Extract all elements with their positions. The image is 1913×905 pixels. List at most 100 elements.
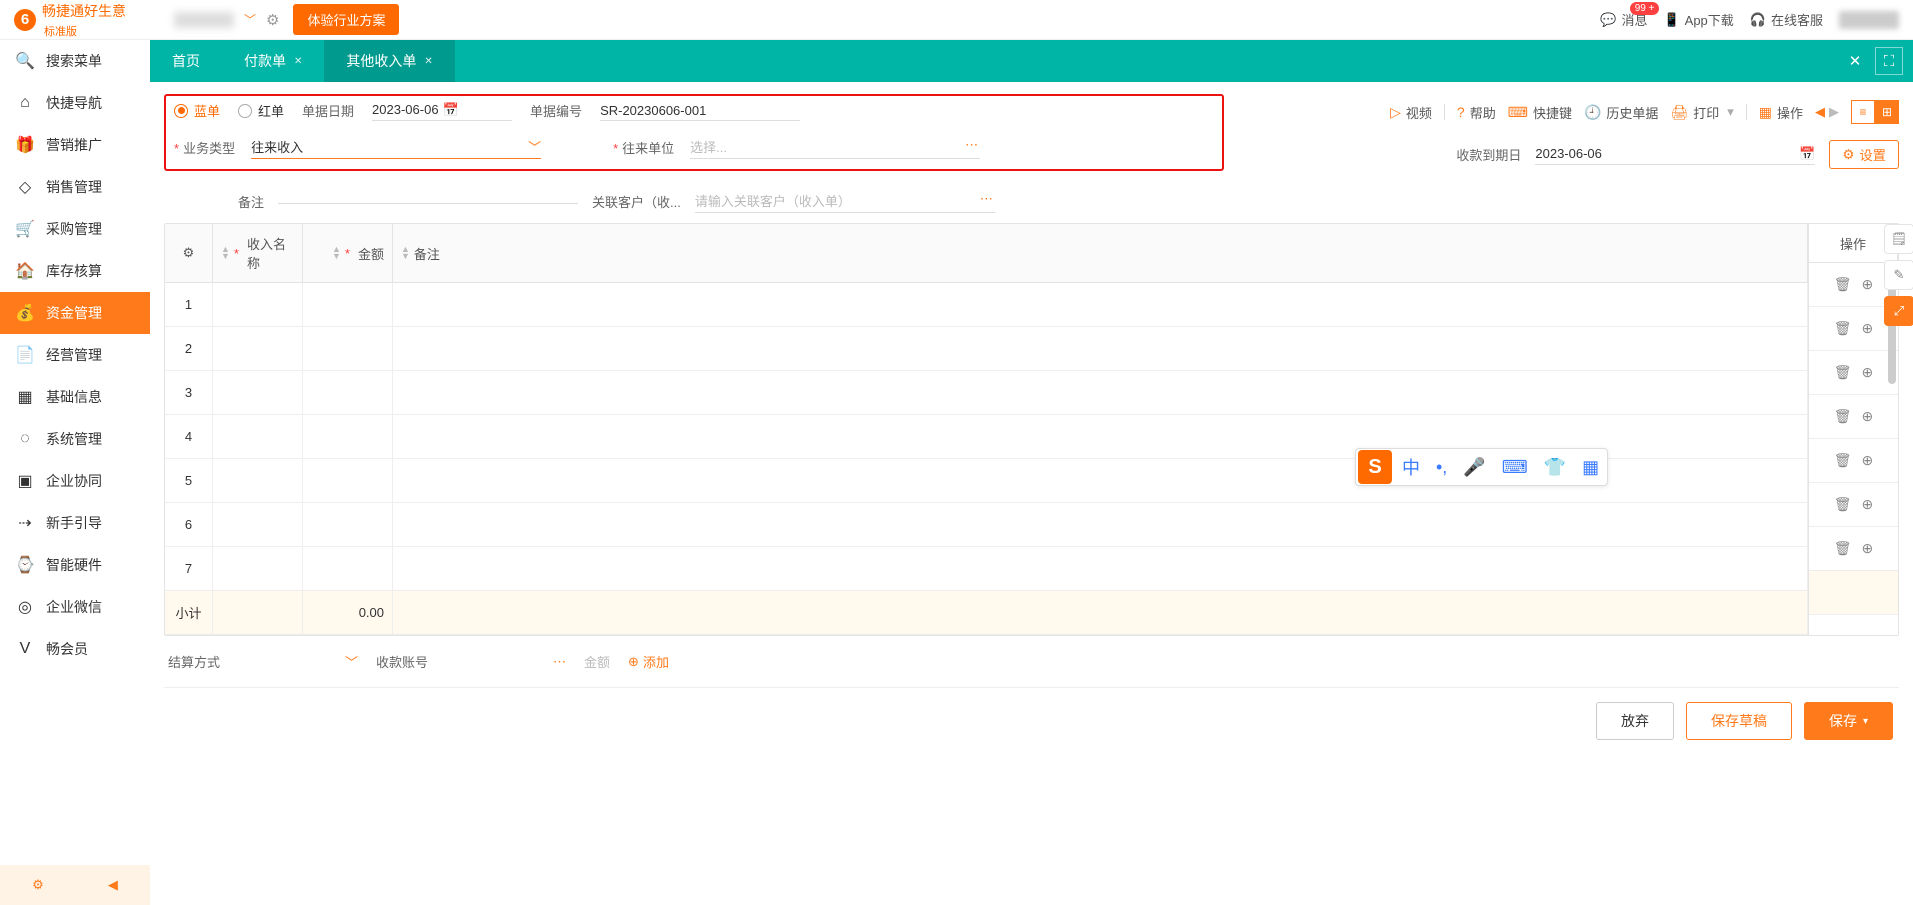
cell-remark[interactable]: [393, 371, 1808, 414]
table-row[interactable]: 1: [165, 283, 1808, 327]
ime-punct-icon[interactable]: •,: [1428, 457, 1455, 478]
add-row-icon[interactable]: ⊕: [1862, 496, 1874, 513]
delete-icon[interactable]: 🗑: [1834, 320, 1852, 337]
ime-skin-icon[interactable]: 👕: [1536, 457, 1574, 478]
add-row-icon[interactable]: ⊕: [1862, 364, 1874, 381]
user-avatar[interactable]: [1839, 11, 1899, 29]
close-icon[interactable]: ✕: [424, 56, 432, 67]
col-remark[interactable]: ▲▼备注: [393, 224, 1808, 282]
delete-icon[interactable]: 🗑: [1834, 276, 1852, 293]
cell-income-name[interactable]: [213, 327, 303, 370]
next-button[interactable]: ▶: [1829, 104, 1839, 120]
col-income-name[interactable]: ▲▼*收入名称: [213, 224, 303, 282]
settle-method-select[interactable]: ﹀: [238, 652, 358, 671]
delete-icon[interactable]: 🗑: [1834, 408, 1852, 425]
table-row[interactable]: 6: [165, 503, 1808, 547]
org-selector[interactable]: ﹀: [174, 11, 266, 28]
blue-receipt-radio[interactable]: 蓝单: [174, 101, 220, 120]
cell-remark[interactable]: [393, 327, 1808, 370]
collapse-icon[interactable]: ◀: [108, 877, 118, 893]
panel-btn-1[interactable]: 🗒: [1884, 224, 1913, 254]
cell-amount[interactable]: [303, 459, 393, 502]
add-row-icon[interactable]: ⊕: [1862, 320, 1874, 337]
table-row[interactable]: 3: [165, 371, 1808, 415]
cell-income-name[interactable]: [213, 503, 303, 546]
prev-button[interactable]: ◀: [1815, 104, 1825, 120]
list-view-button[interactable]: ≡: [1851, 100, 1875, 124]
online-service-link[interactable]: 🎧 在线客服: [1750, 10, 1823, 29]
delete-icon[interactable]: 🗑: [1834, 540, 1852, 557]
gear-icon[interactable]: ⚙: [32, 877, 44, 893]
print-button[interactable]: 🖨打印▾: [1670, 103, 1733, 122]
tab[interactable]: 付款单✕: [222, 40, 324, 82]
add-row-icon[interactable]: ⊕: [1862, 276, 1874, 293]
ime-lang[interactable]: 中: [1394, 454, 1428, 480]
save-button[interactable]: 保存▾: [1804, 702, 1893, 740]
card-view-button[interactable]: ⊞: [1875, 100, 1899, 124]
sidebar-item[interactable]: ⌚智能硬件: [0, 544, 150, 586]
biz-type-select[interactable]: 往来收入﹀: [251, 135, 541, 159]
cell-income-name[interactable]: [213, 415, 303, 458]
sidebar-item[interactable]: 🔍搜索菜单: [0, 40, 150, 82]
account-select[interactable]: ⋯: [446, 654, 566, 670]
cell-amount[interactable]: [303, 327, 393, 370]
experience-button[interactable]: 体验行业方案: [293, 4, 399, 35]
sidebar-item[interactable]: ⌂快捷导航: [0, 82, 150, 124]
cell-remark[interactable]: [393, 503, 1808, 546]
app-download-link[interactable]: 📱 App下载: [1663, 10, 1733, 29]
sidebar-item[interactable]: ◎企业微信: [0, 586, 150, 628]
add-settlement-button[interactable]: ⊕添加: [628, 652, 669, 671]
cell-income-name[interactable]: [213, 283, 303, 326]
close-icon[interactable]: ✕: [294, 56, 302, 67]
tab[interactable]: 首页: [150, 40, 222, 82]
sidebar-item[interactable]: ◇销售管理: [0, 166, 150, 208]
col-amount[interactable]: ▲▼*金额: [303, 224, 393, 282]
delete-icon[interactable]: 🗑: [1834, 364, 1852, 381]
sidebar-item[interactable]: ▣企业协同: [0, 460, 150, 502]
tab-close-all-button[interactable]: ✕: [1841, 47, 1869, 75]
ime-keyboard-icon[interactable]: ⌨: [1494, 457, 1536, 478]
settings-icon[interactable]: ⚙: [266, 11, 279, 29]
due-date-input[interactable]: 2023-06-06📅: [1535, 144, 1815, 165]
sidebar-item[interactable]: ⇢新手引导: [0, 502, 150, 544]
partner-select[interactable]: 选择...⋯: [690, 135, 980, 159]
panel-btn-expand[interactable]: ⤢: [1884, 296, 1913, 326]
cell-amount[interactable]: [303, 503, 393, 546]
operate-button[interactable]: ▦操作: [1759, 103, 1803, 122]
tab[interactable]: 其他收入单✕: [324, 40, 454, 82]
rel-customer-input[interactable]: 请输入关联客户（收入单）⋯: [695, 189, 995, 213]
cell-amount[interactable]: [303, 371, 393, 414]
table-row[interactable]: 2: [165, 327, 1808, 371]
add-row-icon[interactable]: ⊕: [1862, 408, 1874, 425]
messages-link[interactable]: 💬 消息 99 +: [1600, 10, 1647, 29]
save-draft-button[interactable]: 保存草稿: [1686, 702, 1792, 740]
doc-no-value[interactable]: SR-20230606-001: [600, 101, 800, 121]
table-row[interactable]: 7: [165, 547, 1808, 591]
cell-income-name[interactable]: [213, 371, 303, 414]
ime-menu-icon[interactable]: ▦: [1574, 457, 1607, 478]
settings-button[interactable]: ⚙设置: [1829, 140, 1899, 169]
sidebar-item[interactable]: 🎁营销推广: [0, 124, 150, 166]
help-link[interactable]: ?帮助: [1457, 103, 1496, 122]
sidebar-item[interactable]: ◌系统管理: [0, 418, 150, 460]
config-header[interactable]: ⚙: [165, 224, 213, 282]
delete-icon[interactable]: 🗑: [1834, 452, 1852, 469]
abandon-button[interactable]: 放弃: [1596, 702, 1674, 740]
sidebar-item[interactable]: 🏠库存核算: [0, 250, 150, 292]
red-receipt-radio[interactable]: 红单: [238, 101, 284, 120]
cell-amount[interactable]: [303, 547, 393, 590]
sidebar-item[interactable]: V畅会员: [0, 628, 150, 670]
cell-income-name[interactable]: [213, 459, 303, 502]
cell-remark[interactable]: [393, 283, 1808, 326]
shortcut-link[interactable]: ⌨快捷键: [1508, 103, 1572, 122]
remark-input[interactable]: [278, 199, 578, 204]
sidebar-item[interactable]: 🛒采购管理: [0, 208, 150, 250]
sidebar-item[interactable]: 💰资金管理: [0, 292, 150, 334]
tab-expand-button[interactable]: ⛶: [1875, 47, 1903, 75]
cell-amount[interactable]: [303, 283, 393, 326]
history-link[interactable]: 🕘历史单据: [1584, 103, 1658, 122]
add-row-icon[interactable]: ⊕: [1862, 452, 1874, 469]
cell-amount[interactable]: [303, 415, 393, 458]
cell-remark[interactable]: [393, 547, 1808, 590]
doc-date-value[interactable]: 2023-06-06📅: [372, 100, 512, 121]
